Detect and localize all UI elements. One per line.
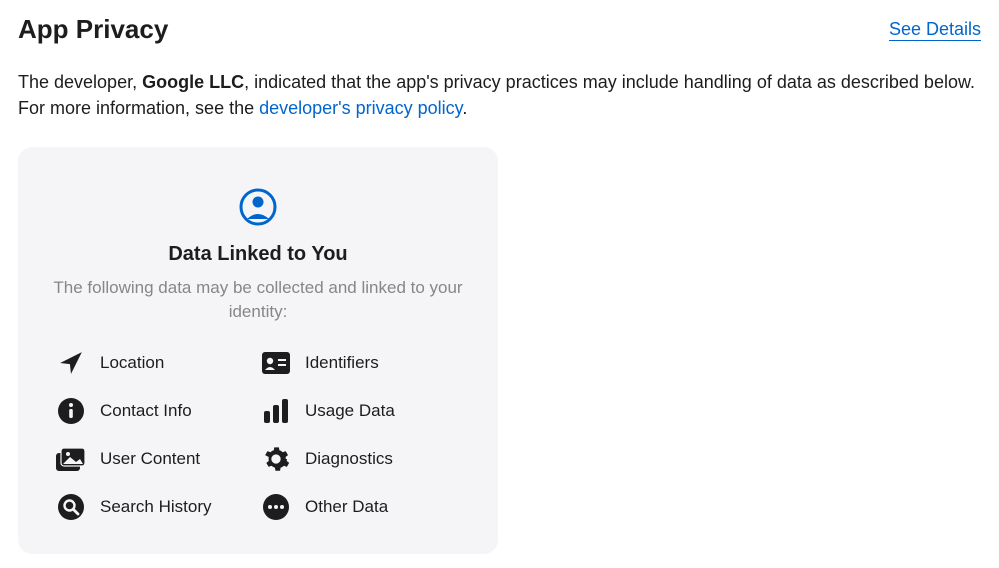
section-header: App Privacy See Details bbox=[18, 14, 981, 45]
bars-icon bbox=[261, 396, 291, 426]
data-linked-card: Data Linked to You The following data ma… bbox=[18, 147, 498, 554]
user-circle-icon bbox=[238, 187, 278, 227]
data-type-label: Location bbox=[100, 353, 164, 373]
location-icon bbox=[56, 348, 86, 378]
data-type-label: Identifiers bbox=[305, 353, 379, 373]
data-type-identifiers: Identifiers bbox=[261, 348, 460, 378]
desc-suffix: . bbox=[462, 98, 467, 118]
data-type-label: Usage Data bbox=[305, 401, 395, 421]
see-details-link[interactable]: See Details bbox=[889, 19, 981, 41]
data-type-label: Diagnostics bbox=[305, 449, 393, 469]
info-icon bbox=[56, 396, 86, 426]
card-header-icon bbox=[46, 187, 470, 227]
developer-name: Google LLC bbox=[142, 72, 244, 92]
ellipsis-icon bbox=[261, 492, 291, 522]
id-card-icon bbox=[261, 348, 291, 378]
privacy-policy-link[interactable]: developer's privacy policy bbox=[259, 98, 462, 118]
photo-stack-icon bbox=[56, 444, 86, 474]
data-type-contact-info: Contact Info bbox=[56, 396, 255, 426]
privacy-description: The developer, Google LLC, indicated tha… bbox=[18, 69, 981, 121]
card-subtitle: The following data may be collected and … bbox=[46, 276, 470, 324]
data-type-user-content: User Content bbox=[56, 444, 255, 474]
section-title: App Privacy bbox=[18, 14, 168, 45]
data-type-search-history: Search History bbox=[56, 492, 255, 522]
data-type-label: Other Data bbox=[305, 497, 388, 517]
card-title: Data Linked to You bbox=[46, 243, 470, 266]
data-type-label: Contact Info bbox=[100, 401, 192, 421]
data-type-diagnostics: Diagnostics bbox=[261, 444, 460, 474]
data-type-location: Location bbox=[56, 348, 255, 378]
gear-icon bbox=[261, 444, 291, 474]
data-type-label: Search History bbox=[100, 497, 211, 517]
desc-prefix: The developer, bbox=[18, 72, 142, 92]
data-types-grid: Location Identifiers Contact Info Usage … bbox=[46, 348, 470, 522]
data-type-usage-data: Usage Data bbox=[261, 396, 460, 426]
search-icon bbox=[56, 492, 86, 522]
data-type-label: User Content bbox=[100, 449, 200, 469]
data-type-other-data: Other Data bbox=[261, 492, 460, 522]
